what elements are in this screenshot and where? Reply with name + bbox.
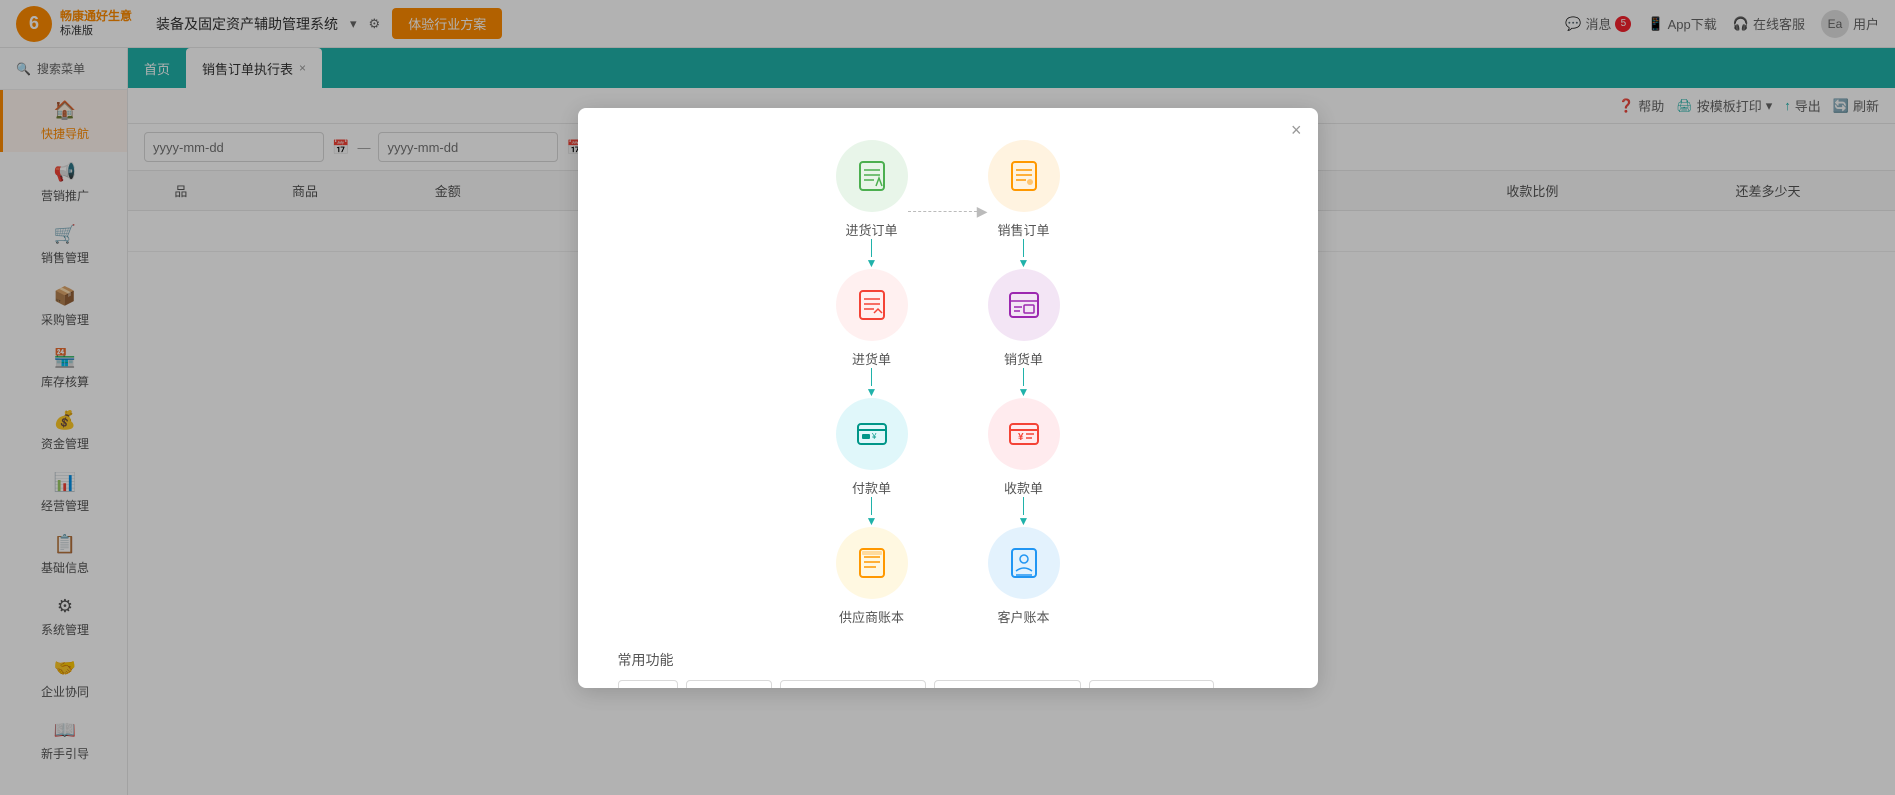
left-flow-col: 进货订单 ▼ <box>836 140 908 626</box>
receipt-label: 收款单 <box>1004 478 1043 497</box>
purchase-receipt-label: 进货单 <box>852 349 891 368</box>
arrow-down-1: ▼ <box>866 239 878 269</box>
common-func-title: 常用功能 <box>618 650 1278 670</box>
common-functions: 常用功能 商品 往来单位 现存量(库存状况表) 现存量(库存分布表) 销售毛利分… <box>618 650 1278 688</box>
payment-label: 付款单 <box>852 478 891 497</box>
sales-order-doc-label: 销售订单 <box>997 220 1049 239</box>
arrow-right-1: ▶ <box>908 176 988 248</box>
right-flow-col: 销售订单 ▼ <box>988 140 1060 626</box>
popup: × <box>578 108 1318 688</box>
receipt-node-circle[interactable]: ¥ <box>988 398 1060 470</box>
arrow-down-sales-3: ▼ <box>1018 497 1030 527</box>
supplier-ledger-circle[interactable] <box>836 527 908 599</box>
customer-ledger-circle[interactable] <box>988 527 1060 599</box>
purchase-order-icon <box>854 158 890 194</box>
arrow-down-sales-1: ▼ <box>1018 239 1030 269</box>
supplier-ledger-label: 供应商账本 <box>839 607 904 626</box>
func-btn-stock-dist[interactable]: 现存量(库存分布表) <box>934 680 1081 688</box>
func-btn-stock-status[interactable]: 现存量(库存状况表) <box>780 680 927 688</box>
func-btn-sales-profit-analysis[interactable]: 销售毛利分析表 <box>1089 680 1214 688</box>
receipt-node: ¥ 收款单 <box>988 398 1060 497</box>
sales-node-circle[interactable] <box>988 269 1060 341</box>
func-btn-product[interactable]: 商品 <box>618 680 678 688</box>
sales-order-doc-circle[interactable] <box>988 140 1060 212</box>
sales-order-doc-node: 销售订单 <box>988 140 1060 239</box>
purchase-receipt-icon <box>854 287 890 323</box>
supplier-ledger-icon <box>854 545 890 581</box>
flow-diagram: 进货订单 ▼ <box>618 140 1278 626</box>
func-btn-counterparty[interactable]: 往来单位 <box>686 680 772 688</box>
sales-node: 销货单 <box>988 269 1060 368</box>
supplier-ledger-node: 供应商账本 <box>836 527 908 626</box>
h-arrows-col: ▶ <box>908 176 988 350</box>
payment-icon: ¥ <box>854 416 890 452</box>
svg-text:¥: ¥ <box>1018 432 1024 443</box>
purchase-receipt-circle[interactable] <box>836 269 908 341</box>
payment-circle[interactable]: ¥ <box>836 398 908 470</box>
arrow-down-3: ▼ <box>866 497 878 527</box>
receipt-node-icon: ¥ <box>1006 416 1042 452</box>
customer-ledger-icon <box>1006 545 1042 581</box>
purchase-receipt-node: 进货单 <box>836 269 908 368</box>
customer-ledger-node: 客户账本 <box>988 527 1060 626</box>
popup-body: 进货订单 ▼ <box>578 108 1318 688</box>
popup-overlay[interactable]: × <box>0 0 1895 795</box>
arrow-down-2: ▼ <box>866 368 878 398</box>
popup-close-btn[interactable]: × <box>1291 120 1302 141</box>
arrow-down-sales-2: ▼ <box>1018 368 1030 398</box>
payment-node: ¥ 付款单 <box>836 398 908 497</box>
purchase-order-node: 进货订单 <box>836 140 908 239</box>
svg-text:¥: ¥ <box>871 432 877 441</box>
purchase-order-circle[interactable] <box>836 140 908 212</box>
sales-order-doc-icon <box>1006 158 1042 194</box>
sales-node-label: 销货单 <box>1004 349 1043 368</box>
customer-ledger-label: 客户账本 <box>997 607 1049 626</box>
func-buttons-row-1: 商品 往来单位 现存量(库存状况表) 现存量(库存分布表) 销售毛利分析表 商品… <box>618 680 1278 688</box>
purchase-order-label: 进货订单 <box>845 220 897 239</box>
sales-node-icon <box>1006 287 1042 323</box>
